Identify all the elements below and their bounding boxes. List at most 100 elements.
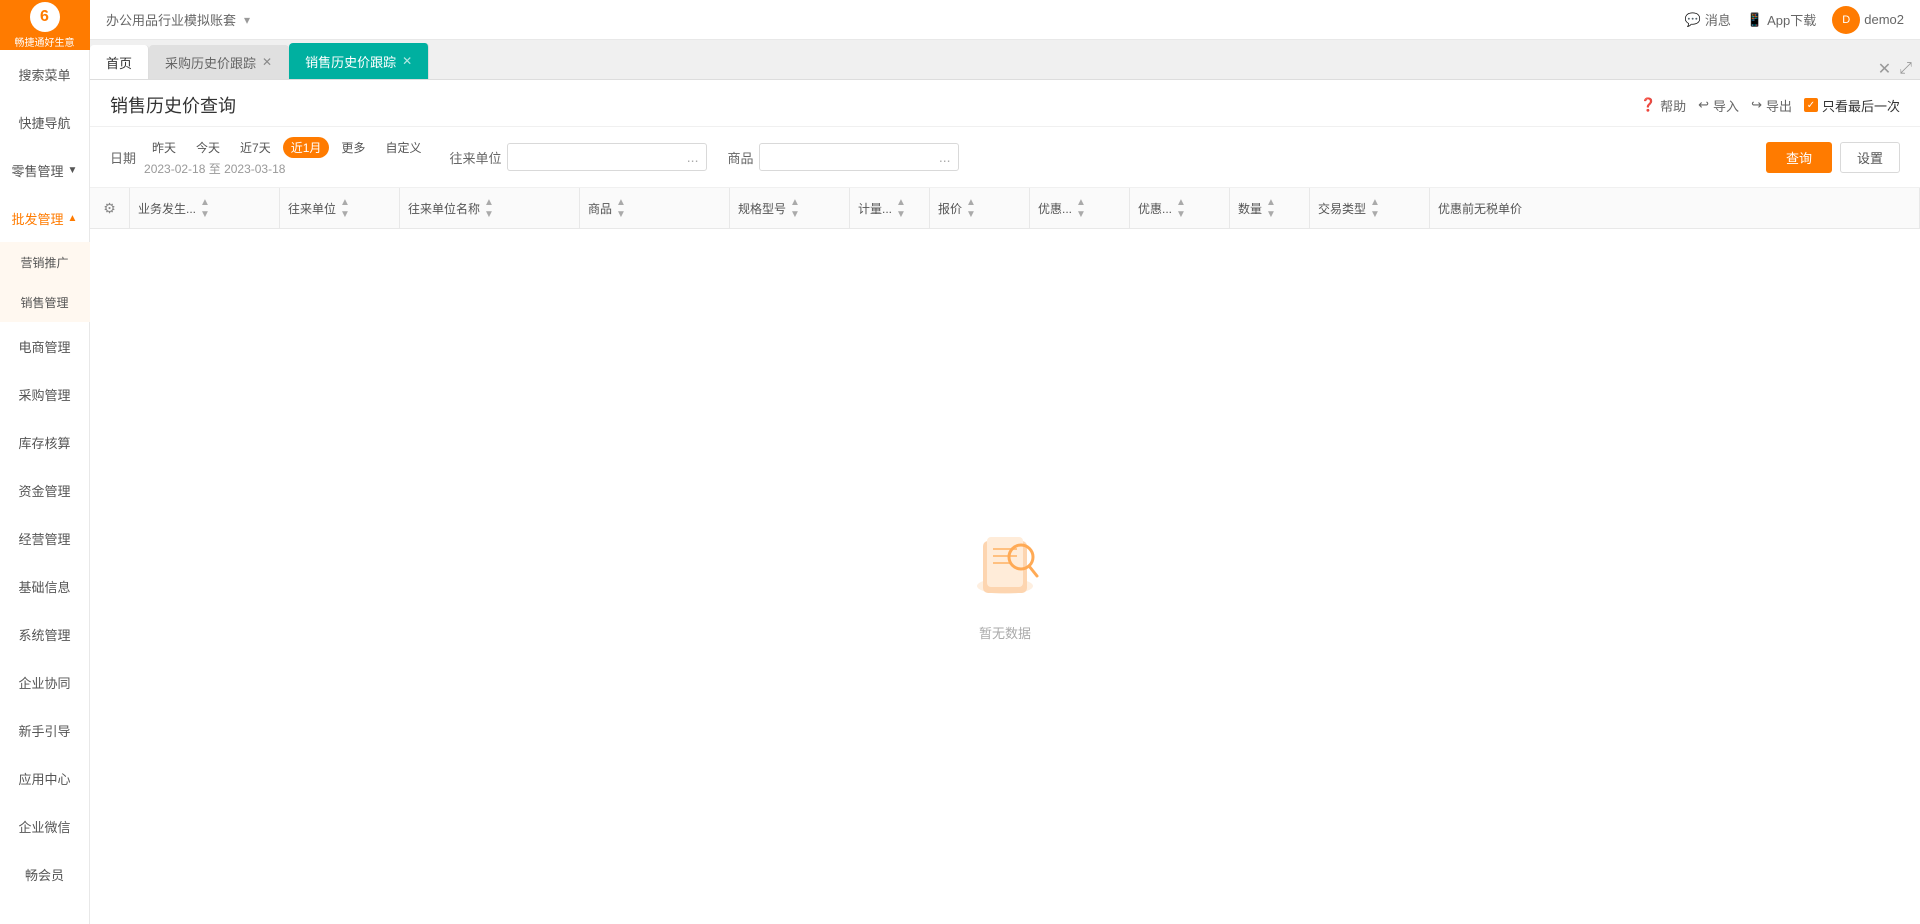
- th-price[interactable]: 报价 ▲▼: [930, 188, 1030, 228]
- th-discount1-label: 优惠...: [1038, 200, 1072, 217]
- app-logo[interactable]: 6 畅捷通好生意: [0, 0, 90, 50]
- sidebar-item-enterprise[interactable]: 企业协同: [0, 658, 90, 706]
- close-all-button[interactable]: ✕: [1878, 59, 1891, 79]
- th-goods[interactable]: 商品 ▲▼: [580, 188, 730, 228]
- topbar-dropdown-icon[interactable]: ▾: [244, 13, 250, 27]
- th-qty[interactable]: 数量 ▲▼: [1230, 188, 1310, 228]
- date-btn-more[interactable]: 更多: [333, 137, 373, 158]
- topbar-title: 办公用品行业模拟账套: [106, 10, 236, 29]
- filter-actions: 查询 设置: [1766, 142, 1900, 173]
- page-header: 销售历史价查询 ❓ 帮助 ↩ 导入 ↪ 导出 只看最后一次: [90, 80, 1920, 127]
- partner-input[interactable]: ...: [507, 143, 707, 171]
- sort-price-icon: ▲▼: [966, 197, 976, 220]
- th-qty-label: 数量: [1238, 200, 1262, 217]
- sidebar-item-search[interactable]: 搜索菜单: [0, 50, 90, 98]
- th-unit-name-label: 往来单位名称: [408, 200, 480, 217]
- date-filter-group: 日期 昨天 今天 近7天 近1月 更多 自定义 2023-02-18 至 202…: [110, 137, 429, 177]
- sidebar-item-wholesale[interactable]: 批发管理 ▲: [0, 194, 90, 242]
- sort-unitname-icon: ▲▼: [484, 197, 494, 220]
- th-measure[interactable]: 计量... ▲▼: [850, 188, 930, 228]
- tab-home[interactable]: 首页: [90, 45, 149, 79]
- sidebar-item-inventory[interactable]: 库存核算: [0, 418, 90, 466]
- sidebar: 6 畅捷通好生意 搜索菜单 快捷导航 零售管理 ▼ 批发管理 ▲ 营销推广 销售…: [0, 0, 90, 924]
- only-last-label: 只看最后一次: [1822, 96, 1900, 115]
- sidebar-item-sales-mgmt[interactable]: 销售管理: [0, 282, 90, 322]
- sidebar-item-vip[interactable]: 畅会员: [0, 850, 90, 898]
- download-icon: 📱: [1747, 12, 1763, 28]
- app-download-label: App下载: [1767, 10, 1816, 29]
- empty-text: 暂无数据: [979, 623, 1031, 642]
- th-trade-type-label: 交易类型: [1318, 200, 1366, 217]
- gear-icon: ⚙: [103, 200, 116, 217]
- th-discount2-label: 优惠...: [1138, 200, 1172, 217]
- tab-sales[interactable]: 销售历史价跟踪 ✕: [289, 43, 429, 79]
- import-button[interactable]: ↩ 导入: [1698, 96, 1739, 115]
- tab-purchase-label: 采购历史价跟踪: [165, 53, 256, 72]
- sidebar-item-newbie[interactable]: 新手引导: [0, 706, 90, 754]
- app-download-button[interactable]: 📱 App下载: [1747, 10, 1816, 29]
- page-actions: ❓ 帮助 ↩ 导入 ↪ 导出 只看最后一次: [1640, 96, 1900, 115]
- goods-label: 商品: [727, 148, 753, 167]
- th-discount2[interactable]: 优惠... ▲▼: [1130, 188, 1230, 228]
- th-price-label: 报价: [938, 200, 962, 217]
- only-last-checkbox-label[interactable]: 只看最后一次: [1804, 96, 1900, 115]
- th-spec[interactable]: 规格型号 ▲▼: [730, 188, 850, 228]
- sort-date-icon: ▲▼: [200, 197, 210, 220]
- topbar-left: 办公用品行业模拟账套 ▾: [106, 10, 250, 29]
- sidebar-item-finance[interactable]: 资金管理: [0, 466, 90, 514]
- user-avatar: D: [1832, 6, 1860, 34]
- th-discount1[interactable]: 优惠... ▲▼: [1030, 188, 1130, 228]
- sidebar-item-purchase[interactable]: 采购管理: [0, 370, 90, 418]
- sidebar-item-system[interactable]: 系统管理: [0, 610, 90, 658]
- user-menu[interactable]: D demo2: [1832, 6, 1904, 34]
- date-btn-yesterday[interactable]: 昨天: [144, 137, 184, 158]
- sidebar-item-retail[interactable]: 零售管理 ▼: [0, 146, 90, 194]
- partner-dots: ...: [687, 149, 699, 165]
- th-date-label: 业务发生...: [138, 200, 196, 217]
- date-btn-7days[interactable]: 近7天: [232, 137, 279, 158]
- filter-area: 日期 昨天 今天 近7天 近1月 更多 自定义 2023-02-18 至 202…: [90, 127, 1920, 188]
- setting-button[interactable]: 设置: [1840, 142, 1900, 173]
- only-last-checkbox[interactable]: [1804, 98, 1818, 112]
- export-button[interactable]: ↪ 导出: [1751, 96, 1792, 115]
- th-goods-label: 商品: [588, 200, 612, 217]
- tab-sales-close[interactable]: ✕: [402, 54, 412, 68]
- th-unit-name[interactable]: 往来单位名称 ▲▼: [400, 188, 580, 228]
- partner-label: 往来单位: [449, 148, 501, 167]
- sidebar-item-ecommerce[interactable]: 电商管理: [0, 322, 90, 370]
- sidebar-item-wechat[interactable]: 企业微信: [0, 802, 90, 850]
- sidebar-item-basics[interactable]: 基础信息: [0, 562, 90, 610]
- sort-trade-icon: ▲▼: [1370, 197, 1380, 220]
- th-settings[interactable]: ⚙: [90, 188, 130, 228]
- tab-sales-label: 销售历史价跟踪: [305, 52, 396, 71]
- tab-purchase-close[interactable]: ✕: [262, 55, 272, 69]
- message-label: 消息: [1705, 10, 1731, 29]
- th-trade-type[interactable]: 交易类型 ▲▼: [1310, 188, 1430, 228]
- table-header: ⚙ 业务发生... ▲▼ 往来单位 ▲▼ 往来单位名称 ▲▼ 商品 ▲▼: [90, 188, 1920, 229]
- date-btn-custom[interactable]: 自定义: [377, 137, 429, 158]
- message-button[interactable]: 💬 消息: [1685, 10, 1731, 29]
- export-icon: ↪: [1751, 97, 1762, 113]
- th-notax-price[interactable]: 优惠前无税单价: [1430, 188, 1920, 228]
- date-label: 日期: [110, 148, 136, 167]
- th-date[interactable]: 业务发生... ▲▼: [130, 188, 280, 228]
- sidebar-item-marketing[interactable]: 营销推广: [0, 242, 90, 282]
- message-icon: 💬: [1685, 12, 1701, 28]
- th-measure-label: 计量...: [858, 200, 892, 217]
- tab-purchase[interactable]: 采购历史价跟踪 ✕: [149, 45, 289, 79]
- topbar: 办公用品行业模拟账套 ▾ 💬 消息 📱 App下载 D demo2: [90, 0, 1920, 40]
- th-unit-code[interactable]: 往来单位 ▲▼: [280, 188, 400, 228]
- help-button[interactable]: ❓ 帮助: [1640, 96, 1686, 115]
- date-btn-1month[interactable]: 近1月: [283, 137, 330, 158]
- table-body-empty: 暂无数据: [90, 229, 1920, 924]
- query-button[interactable]: 查询: [1766, 142, 1832, 173]
- sidebar-item-appstore[interactable]: 应用中心: [0, 754, 90, 802]
- date-btn-today[interactable]: 今天: [188, 137, 228, 158]
- goods-input[interactable]: ...: [759, 143, 959, 171]
- table-area: ⚙ 业务发生... ▲▼ 往来单位 ▲▼ 往来单位名称 ▲▼ 商品 ▲▼: [90, 188, 1920, 924]
- user-name: demo2: [1864, 12, 1904, 27]
- sidebar-item-quicknav[interactable]: 快捷导航: [0, 98, 90, 146]
- maximize-button[interactable]: ⤢: [1899, 60, 1912, 78]
- wholesale-arrow: ▲: [68, 213, 78, 224]
- sidebar-item-operations[interactable]: 经营管理: [0, 514, 90, 562]
